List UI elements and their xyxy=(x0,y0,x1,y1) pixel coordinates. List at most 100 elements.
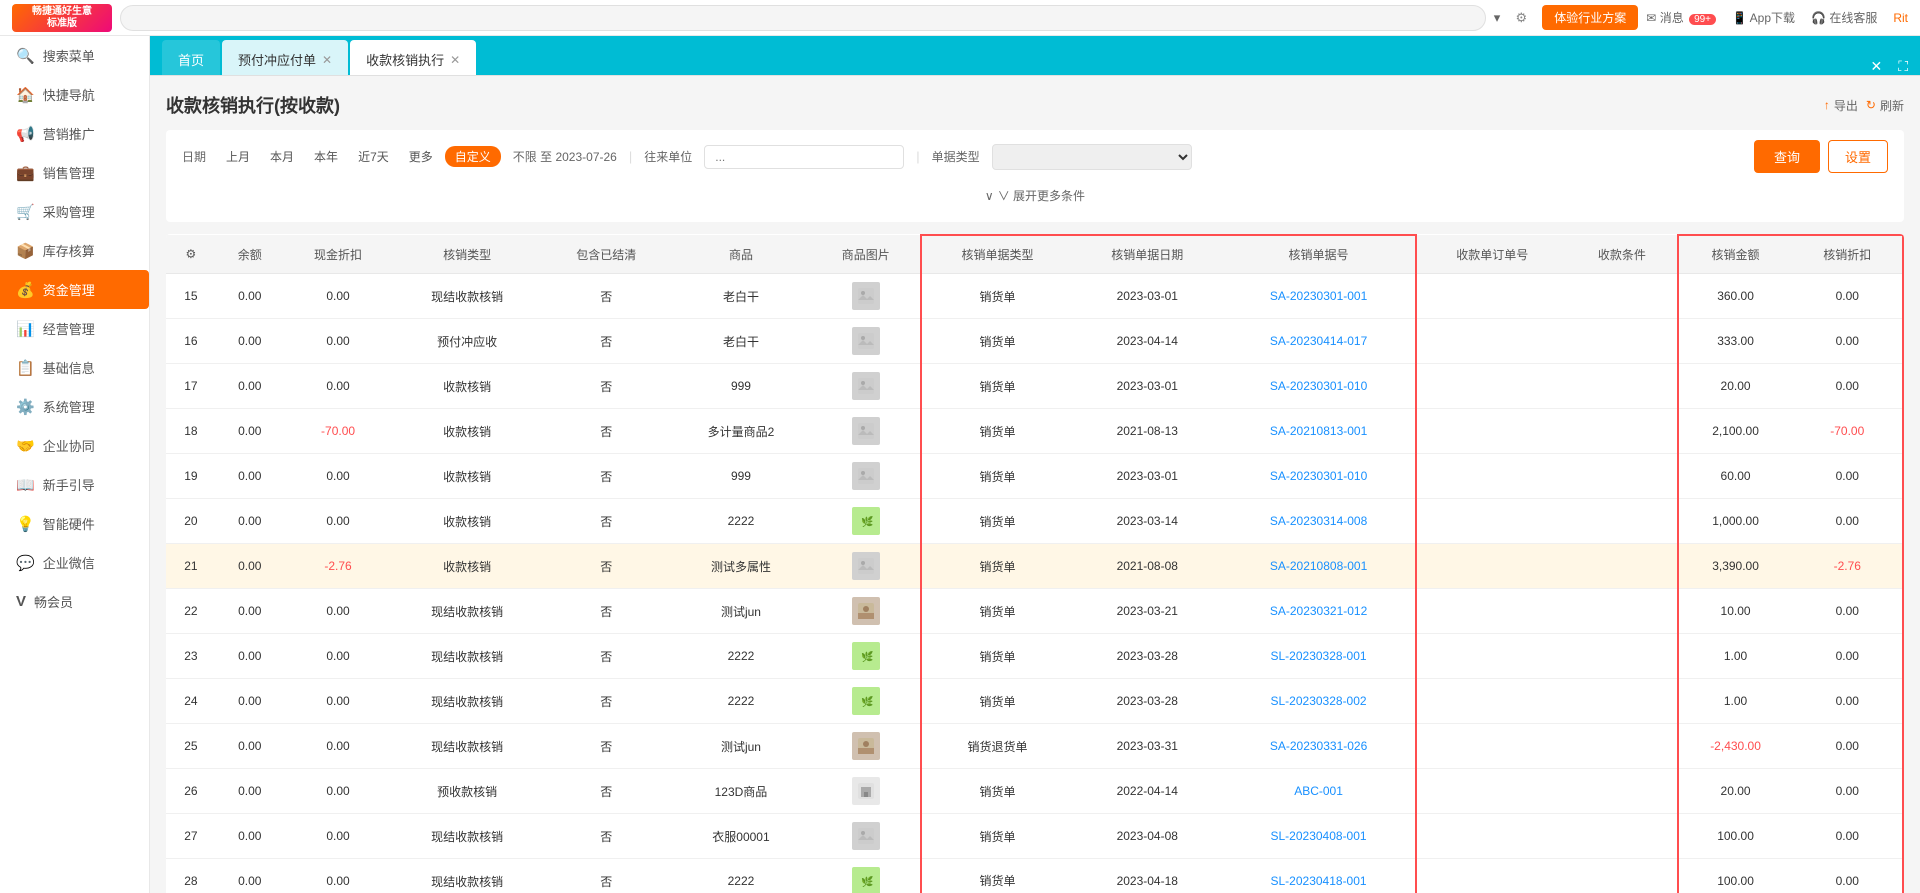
cell-discount: 0.00 xyxy=(284,274,393,319)
dropdown-arrow[interactable]: ▾ xyxy=(1494,10,1501,26)
sidebar-item-finance[interactable]: 💰 资金管理 xyxy=(0,270,149,309)
cell-balance: 0.00 xyxy=(216,679,284,724)
th-settings[interactable]: ⚙ xyxy=(166,235,216,274)
cell-type: 收款核销 xyxy=(392,409,541,454)
cell-voucher-no[interactable]: SL-20230328-001 xyxy=(1222,634,1416,679)
user-name[interactable]: Rit xyxy=(1893,11,1908,25)
sidebar-item-search[interactable]: 🔍 搜索菜单 xyxy=(0,36,149,75)
btn-7days[interactable]: 近7天 xyxy=(350,146,397,167)
cell-voucher-no[interactable]: SA-20230321-012 xyxy=(1222,589,1416,634)
sidebar-item-inventory[interactable]: 📦 库存核算 xyxy=(0,231,149,270)
tab-home[interactable]: 首页 xyxy=(162,40,220,75)
btn-last-month[interactable]: 上月 xyxy=(218,146,258,167)
expand-conditions[interactable]: ∨ ∨ 展开更多条件 xyxy=(182,187,1888,204)
cell-voucher-date: 2021-08-13 xyxy=(1073,409,1222,454)
cell-receipt-condition xyxy=(1567,454,1677,499)
online-service[interactable]: 🎧 在线客服 xyxy=(1811,9,1877,26)
cell-voucher-no[interactable]: SA-20210808-001 xyxy=(1222,544,1416,589)
cell-type: 收款核销 xyxy=(392,499,541,544)
sidebar-item-basic[interactable]: 📋 基础信息 xyxy=(0,348,149,387)
industry-btn[interactable]: 体验行业方案 xyxy=(1542,5,1638,30)
tab-collection[interactable]: 收款核销执行 ✕ xyxy=(350,40,476,75)
cell-goods: 测试多属性 xyxy=(671,544,811,589)
cell-balance: 0.00 xyxy=(216,814,284,859)
cell-voucher-type: 销货退货单 xyxy=(921,724,1072,769)
table-row: 16 0.00 0.00 预付冲应收 否 老白干 销货单 2023-04-14 … xyxy=(166,319,1903,364)
settings-btn[interactable]: 设置 xyxy=(1828,140,1888,173)
sidebar-label-guide: 新手引导 xyxy=(43,475,95,494)
cell-amount: 100.00 xyxy=(1678,859,1793,893)
cell-voucher-no[interactable]: SA-20230314-008 xyxy=(1222,499,1416,544)
table-row: 25 0.00 0.00 现结收款核销 否 测试jun 销货退货单 2023-0… xyxy=(166,724,1903,769)
btn-more[interactable]: 更多 xyxy=(401,146,441,167)
query-btn[interactable]: 查询 xyxy=(1754,140,1820,173)
sidebar-item-hardware[interactable]: 💡 智能硬件 xyxy=(0,504,149,543)
sidebar-item-quicknav[interactable]: 🏠 快捷导航 xyxy=(0,75,149,114)
tab-collection-close[interactable]: ✕ xyxy=(450,53,460,67)
cell-voucher-no[interactable]: SL-20230328-002 xyxy=(1222,679,1416,724)
cell-voucher-no[interactable]: SA-20230331-026 xyxy=(1222,724,1416,769)
cell-voucher-no[interactable]: SA-20210813-001 xyxy=(1222,409,1416,454)
svg-text:🌿: 🌿 xyxy=(861,695,873,708)
sidebar-item-business[interactable]: 📊 经营管理 xyxy=(0,309,149,348)
export-btn[interactable]: ↑ 导出 xyxy=(1824,97,1858,114)
sidebar-item-purchase[interactable]: 🛒 采购管理 xyxy=(0,192,149,231)
cell-receipt-order xyxy=(1416,409,1567,454)
cell-voucher-no[interactable]: SA-20230414-017 xyxy=(1222,319,1416,364)
cell-no: 26 xyxy=(166,769,216,814)
cell-voucher-no[interactable]: SA-20230301-010 xyxy=(1222,454,1416,499)
btn-this-year[interactable]: 本年 xyxy=(306,146,346,167)
sidebar-item-sales[interactable]: 💼 销售管理 xyxy=(0,153,149,192)
cell-voucher-no[interactable]: ABC-001 xyxy=(1222,769,1416,814)
tab-home-label: 首页 xyxy=(178,50,204,69)
refresh-btn[interactable]: ↻ 刷新 xyxy=(1866,97,1904,114)
th-image: 商品图片 xyxy=(811,235,921,274)
cell-goods: 测试jun xyxy=(671,724,811,769)
cell-receipt-condition xyxy=(1567,859,1677,893)
main-layout: 🔍 搜索菜单 🏠 快捷导航 📢 营销推广 💼 销售管理 🛒 采购管理 📦 库存核… xyxy=(0,36,1920,893)
sidebar-item-cooperation[interactable]: 🤝 企业协同 xyxy=(0,426,149,465)
sidebar: 🔍 搜索菜单 🏠 快捷导航 📢 营销推广 💼 销售管理 🛒 采购管理 📦 库存核… xyxy=(0,36,150,893)
maximize-icon[interactable]: ⛶ xyxy=(1898,58,1908,75)
sidebar-item-system[interactable]: ⚙️ 系统管理 xyxy=(0,387,149,426)
svg-text:🌿: 🌿 xyxy=(861,875,873,888)
cell-receipt-condition xyxy=(1567,364,1677,409)
cell-writeoff-discount: 0.00 xyxy=(1793,274,1903,319)
cell-voucher-no[interactable]: SA-20230301-001 xyxy=(1222,274,1416,319)
service-label: 在线客服 xyxy=(1829,11,1877,25)
cell-image xyxy=(811,319,921,364)
sidebar-item-marketing[interactable]: 📢 营销推广 xyxy=(0,114,149,153)
btn-this-month[interactable]: 本月 xyxy=(262,146,302,167)
product-image xyxy=(852,777,880,805)
sidebar-item-guide[interactable]: 📖 新手引导 xyxy=(0,465,149,504)
cell-type: 现结收款核销 xyxy=(392,274,541,319)
voucher-type-select[interactable] xyxy=(992,144,1192,170)
logo-text: 畅捷通好生意 标准版 xyxy=(32,6,92,30)
cell-writeoff-discount: 0.00 xyxy=(1793,679,1903,724)
settings-icon[interactable]: ⚙ xyxy=(1508,5,1534,31)
cell-type: 现结收款核销 xyxy=(392,679,541,724)
cell-receipt-condition xyxy=(1567,589,1677,634)
cell-amount: 3,390.00 xyxy=(1678,544,1793,589)
sidebar-item-member[interactable]: V 畅会员 xyxy=(0,582,149,621)
cell-voucher-no[interactable]: SL-20230418-001 xyxy=(1222,859,1416,893)
cell-discount: 0.00 xyxy=(284,814,393,859)
sidebar-item-wechat[interactable]: 💬 企业微信 xyxy=(0,543,149,582)
app-download[interactable]: 📱 App下载 xyxy=(1732,9,1795,26)
cell-type: 现结收款核销 xyxy=(392,859,541,893)
svg-text:🌿: 🌿 xyxy=(861,650,873,663)
cell-voucher-no[interactable]: SA-20230301-010 xyxy=(1222,364,1416,409)
tab-prepay[interactable]: 预付冲应付单 ✕ xyxy=(222,40,348,75)
cell-amount: 10.00 xyxy=(1678,589,1793,634)
product-image xyxy=(852,552,880,580)
tab-prepay-close[interactable]: ✕ xyxy=(322,53,332,67)
cell-goods: 老白干 xyxy=(671,319,811,364)
source-unit-input[interactable] xyxy=(704,145,904,169)
notification-area[interactable]: ✉ 消息 99+ xyxy=(1646,9,1716,26)
cell-voucher-no[interactable]: SL-20230408-001 xyxy=(1222,814,1416,859)
th-settled: 包含已结清 xyxy=(542,235,671,274)
cell-voucher-type: 销货单 xyxy=(921,769,1072,814)
cell-voucher-date: 2023-04-18 xyxy=(1073,859,1222,893)
minimize-icon[interactable]: ✕ xyxy=(1870,58,1882,75)
btn-custom[interactable]: 自定义 xyxy=(445,146,501,167)
